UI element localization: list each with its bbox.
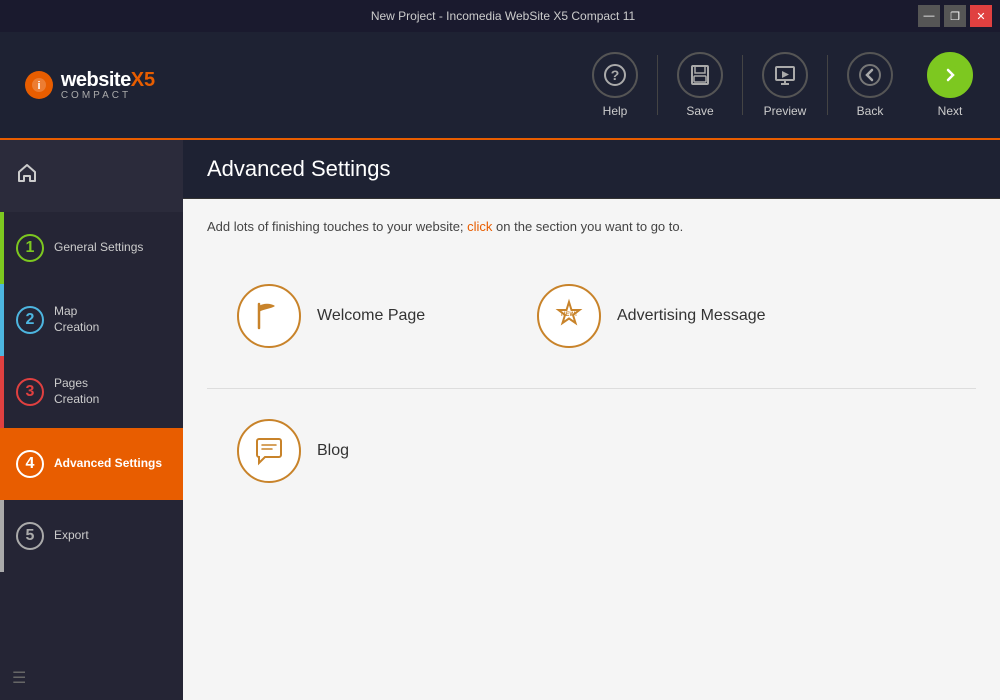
- page-title: Advanced Settings: [207, 156, 976, 182]
- window-title: New Project - Incomedia WebSite X5 Compa…: [88, 9, 918, 23]
- logo-website: website: [61, 69, 131, 92]
- sidebar-label-4: Advanced Settings: [54, 456, 162, 472]
- svg-text:i: i: [37, 80, 40, 92]
- blog-label: Blog: [317, 442, 349, 460]
- help-label: Help: [603, 104, 628, 118]
- blog-card[interactable]: Blog: [207, 399, 507, 503]
- next-label: Next: [938, 104, 963, 118]
- sidebar-label-3: PagesCreation: [54, 376, 99, 407]
- toolbar-actions: ? Help Save: [575, 31, 990, 139]
- logo-icon: i: [25, 71, 53, 99]
- blog-icon-circle: [237, 419, 301, 483]
- minimize-button[interactable]: —: [918, 5, 940, 27]
- main-header: Advanced Settings: [183, 140, 1000, 199]
- next-icon: [927, 52, 973, 98]
- save-label: Save: [686, 104, 713, 118]
- content-area: 1 General Settings 2 MapCreation 3 Pages…: [0, 140, 1000, 700]
- logo-text: websiteX5 COMPACT: [61, 69, 155, 101]
- toolbar-divider-2: [742, 55, 743, 115]
- step-num-3: 3: [16, 378, 44, 406]
- maximize-button[interactable]: ❐: [944, 5, 966, 27]
- sidebar-item-pages-creation[interactable]: 3 PagesCreation: [0, 356, 183, 428]
- toolbar-divider-1: [657, 55, 658, 115]
- logo-x5: X5: [131, 69, 155, 92]
- sidebar-item-home[interactable]: [0, 140, 183, 212]
- advertising-message-label: Advertising Message: [617, 307, 766, 325]
- home-icon: [16, 162, 38, 190]
- sidebar: 1 General Settings 2 MapCreation 3 Pages…: [0, 140, 183, 700]
- back-label: Back: [857, 104, 884, 118]
- welcome-page-label: Welcome Page: [317, 307, 425, 325]
- back-button[interactable]: Back: [830, 31, 910, 139]
- sidebar-item-map-creation[interactable]: 2 MapCreation: [0, 284, 183, 356]
- step-num-5: 5: [16, 522, 44, 550]
- close-button[interactable]: ✕: [970, 5, 992, 27]
- save-button[interactable]: Save: [660, 31, 740, 139]
- preview-button[interactable]: Preview: [745, 31, 825, 139]
- window-controls: — ❐ ✕: [918, 5, 992, 27]
- sidebar-label-1: General Settings: [54, 240, 143, 256]
- main-content: Advanced Settings Add lots of finishing …: [183, 140, 1000, 700]
- help-button[interactable]: ? Help: [575, 31, 655, 139]
- app-container: i websiteX5 COMPACT ?: [0, 32, 1000, 700]
- welcome-page-icon-circle: [237, 284, 301, 348]
- options-row-1: Welcome Page NEW! Advertising Message: [207, 264, 976, 389]
- menu-icon: ☰: [12, 668, 26, 688]
- step-num-2: 2: [16, 306, 44, 334]
- options-row-2: Blog: [207, 389, 976, 503]
- step-num-4: 4: [16, 450, 44, 478]
- sidebar-label-5: Export: [54, 528, 89, 544]
- sidebar-bottom-menu[interactable]: ☰: [0, 656, 183, 700]
- main-body: Add lots of finishing touches to your we…: [183, 199, 1000, 700]
- logo-compact: COMPACT: [61, 90, 131, 101]
- sidebar-label-2: MapCreation: [54, 304, 99, 335]
- advertising-message-card[interactable]: NEW! Advertising Message: [507, 264, 807, 368]
- toolbar: i websiteX5 COMPACT ?: [0, 32, 1000, 140]
- svg-text:NEW!: NEW!: [561, 312, 577, 318]
- titlebar: New Project - Incomedia WebSite X5 Compa…: [0, 0, 1000, 32]
- toolbar-divider-3: [827, 55, 828, 115]
- help-icon: ?: [592, 52, 638, 98]
- logo: i websiteX5 COMPACT: [25, 69, 155, 101]
- main-description: Add lots of finishing touches to your we…: [207, 219, 976, 234]
- advertising-icon-circle: NEW!: [537, 284, 601, 348]
- save-icon: [677, 52, 723, 98]
- back-icon: [847, 52, 893, 98]
- welcome-page-card[interactable]: Welcome Page: [207, 264, 507, 368]
- svg-text:?: ?: [611, 67, 620, 83]
- preview-label: Preview: [764, 104, 807, 118]
- sidebar-item-export[interactable]: 5 Export: [0, 500, 183, 572]
- sidebar-item-advanced-settings[interactable]: 4 Advanced Settings: [0, 428, 183, 500]
- sidebar-item-general-settings[interactable]: 1 General Settings: [0, 212, 183, 284]
- step-num-1: 1: [16, 234, 44, 262]
- logo-area: i websiteX5 COMPACT: [10, 69, 170, 101]
- next-button[interactable]: Next: [910, 31, 990, 139]
- preview-icon: [762, 52, 808, 98]
